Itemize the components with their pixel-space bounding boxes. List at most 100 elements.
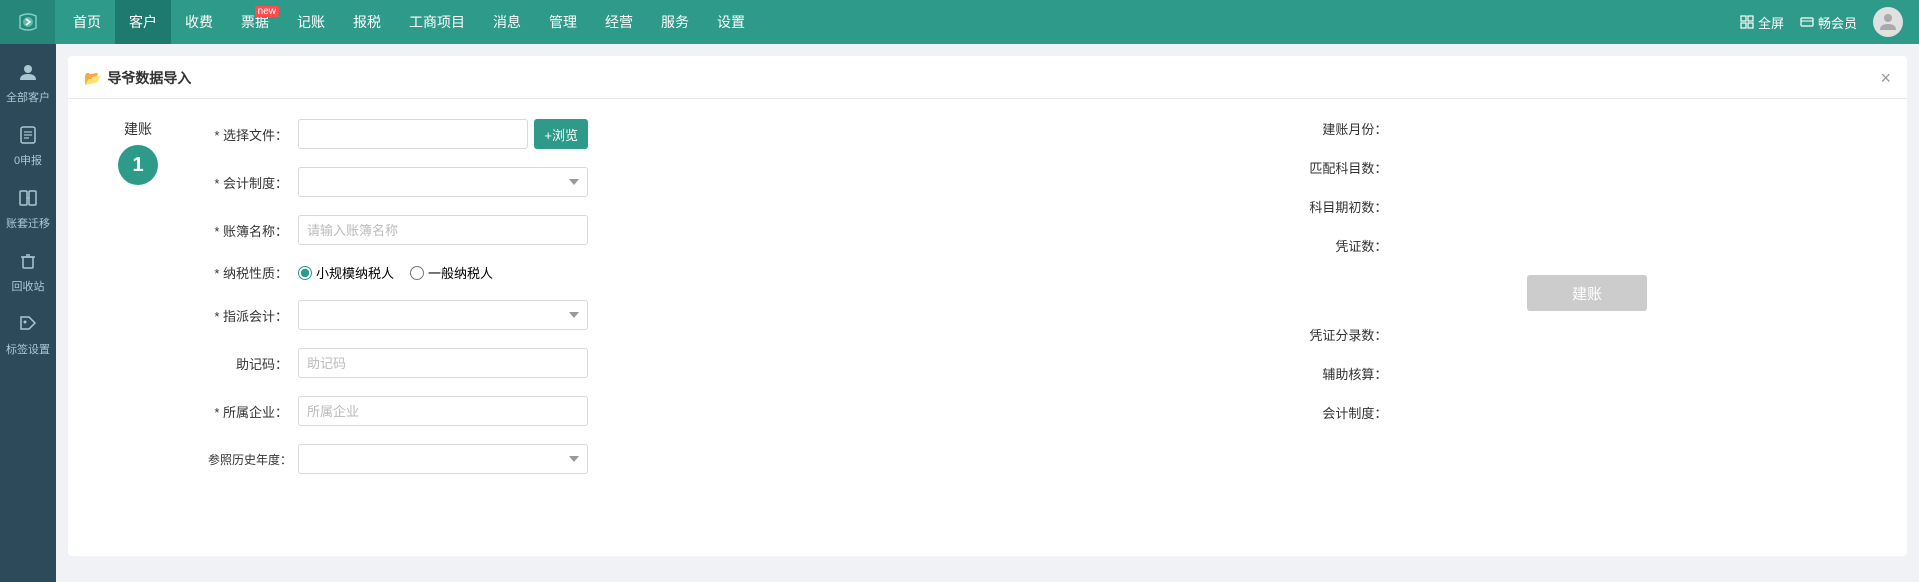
dialog-body: 建账 1 * 选择文件： +浏览 (68, 99, 1907, 512)
dialog-title-text: 导爷数据导入 (107, 68, 191, 88)
nav-item-home[interactable]: 首页 (59, 0, 115, 44)
dialog-close-button[interactable]: × (1880, 69, 1891, 87)
info-match-subjects-label: 匹配科目数： (1297, 158, 1397, 177)
user-avatar[interactable] (1873, 7, 1903, 37)
ledger-name-input[interactable] (298, 215, 588, 245)
radio-small-tax-input[interactable] (298, 266, 312, 280)
ledger-name-row: * 账簿名称： (208, 215, 588, 245)
nav-item-settings[interactable]: 设置 (703, 0, 759, 44)
sidebar-item-all-clients[interactable]: 全部客户 (0, 52, 56, 115)
sidebar-item-zero-report[interactable]: 0申报 (0, 115, 56, 178)
info-match-subjects-row: 匹配科目数： (1297, 158, 1877, 177)
info-accounting-system-row: 会计制度： (1297, 403, 1877, 422)
accounting-system-row: * 会计制度： (208, 167, 588, 197)
nav-item-tax[interactable]: 报税 (339, 0, 395, 44)
tax-type-row: * 纳税性质： 小规模纳税人 一般纳税人 (208, 263, 588, 282)
build-account-button[interactable]: 建账 (1527, 275, 1647, 311)
nav-item-fee[interactable]: 收费 (171, 0, 227, 44)
member-btn[interactable]: 畅会员 (1800, 13, 1857, 32)
accountant-label: * 指派会计： (208, 306, 298, 325)
sidebar-item-tags-label: 标签设置 (6, 341, 50, 357)
nav-item-invoice[interactable]: 票据 new (227, 0, 283, 44)
memo-input[interactable] (298, 348, 588, 378)
history-year-select[interactable] (298, 444, 588, 474)
info-voucher-entries-label: 凭证分录数： (1297, 325, 1397, 344)
sidebar-item-zero-report-label: 0申报 (14, 152, 42, 168)
form-section: * 选择文件： +浏览 * 会计制度： (208, 119, 588, 492)
nav-item-service[interactable]: 服务 (647, 0, 703, 44)
browse-button[interactable]: +浏览 (534, 119, 588, 149)
dialog-title-icon: 📂 (84, 70, 101, 87)
sidebar-item-trash-label: 回收站 (12, 278, 45, 294)
zero-report-icon (18, 125, 38, 148)
dialog-title: 📂 导爷数据导入 (84, 68, 191, 88)
radio-small-tax-label: 小规模纳税人 (316, 263, 394, 282)
info-aux-accounting-row: 辅助核算： (1297, 364, 1877, 383)
tax-type-label: * 纳税性质： (208, 263, 298, 282)
sidebar-item-migrate[interactable]: 账套迁移 (0, 178, 56, 241)
dialog-panel: 📂 导爷数据导入 × 建账 1 (68, 56, 1907, 556)
fullscreen-icon (1740, 15, 1754, 29)
sidebar-item-all-clients-label: 全部客户 (6, 89, 50, 105)
radio-small-tax[interactable]: 小规模纳税人 (298, 263, 394, 282)
accounting-system-select[interactable] (298, 167, 588, 197)
sidebar-item-migrate-label: 账套迁移 (6, 215, 50, 231)
all-clients-icon (18, 62, 38, 85)
logo-area[interactable] (0, 0, 55, 44)
logo-icon (12, 6, 44, 38)
new-badge: new (255, 6, 279, 17)
company-row: * 所属企业： (208, 396, 588, 426)
file-text-input[interactable] (298, 119, 528, 149)
nav-right: 全屏 畅会员 (1740, 7, 1919, 37)
top-nav: 首页 客户 收费 票据 new 记账 报税 工商项目 消息 管理 经营 (0, 0, 1919, 44)
dialog-header: 📂 导爷数据导入 × (68, 56, 1907, 99)
nav-item-business[interactable]: 工商项目 (395, 0, 479, 44)
step-section: 建账 1 (98, 119, 178, 185)
fullscreen-btn[interactable]: 全屏 (1740, 13, 1784, 32)
info-aux-accounting-label: 辅助核算： (1297, 364, 1397, 383)
user-avatar-icon (1876, 10, 1900, 34)
radio-general-tax-input[interactable] (410, 266, 424, 280)
info-voucher-row: 凭证数： (1297, 236, 1877, 255)
nav-item-bookkeeping[interactable]: 记账 (283, 0, 339, 44)
sidebar-item-trash[interactable]: 回收站 (0, 241, 56, 304)
accountant-row: * 指派会计： (208, 300, 588, 330)
company-label: * 所属企业： (208, 402, 298, 421)
memo-label: 助记码： (208, 354, 298, 373)
radio-general-tax-label: 一般纳税人 (428, 263, 493, 282)
tax-type-radio-group: 小规模纳税人 一般纳税人 (298, 263, 493, 282)
radio-general-tax[interactable]: 一般纳税人 (410, 263, 493, 282)
nav-item-client[interactable]: 客户 (115, 0, 171, 44)
migrate-icon (18, 188, 38, 211)
step-circle: 1 (118, 145, 158, 185)
accountant-select[interactable] (298, 300, 588, 330)
accounting-system-label: * 会计制度： (208, 173, 298, 192)
file-row: * 选择文件： +浏览 (208, 119, 588, 149)
build-btn-area: 建账 (1297, 275, 1877, 311)
step-label: 建账 (124, 119, 152, 139)
file-input-row: +浏览 (298, 119, 588, 149)
tags-icon (18, 314, 38, 337)
info-month-label: 建账月份： (1297, 119, 1397, 138)
history-year-label: 参照历史年度： (208, 451, 298, 468)
history-year-row: 参照历史年度： (208, 444, 588, 474)
info-initial-subjects-row: 科目期初数： (1297, 197, 1877, 216)
info-month-row: 建账月份： (1297, 119, 1877, 138)
member-icon (1800, 15, 1814, 29)
trash-icon (18, 251, 38, 274)
content-area: 📂 导爷数据导入 × 建账 1 (56, 44, 1919, 582)
nav-item-operation[interactable]: 经营 (591, 0, 647, 44)
company-input[interactable] (298, 396, 588, 426)
nav-item-message[interactable]: 消息 (479, 0, 535, 44)
nav-items: 首页 客户 收费 票据 new 记账 报税 工商项目 消息 管理 经营 (55, 0, 1740, 44)
sidebar: 全部客户 0申报 账套迁移 回收站 标签设置 (0, 44, 56, 582)
main-layout: 全部客户 0申报 账套迁移 回收站 标签设置 (0, 44, 1919, 582)
info-initial-subjects-label: 科目期初数： (1297, 197, 1397, 216)
info-voucher-label: 凭证数： (1297, 236, 1397, 255)
ledger-name-label: * 账簿名称： (208, 221, 298, 240)
sidebar-item-tags[interactable]: 标签设置 (0, 304, 56, 367)
info-voucher-entries-row: 凭证分录数： (1297, 325, 1877, 344)
file-label: * 选择文件： (208, 125, 298, 144)
info-section: 建账月份： 匹配科目数： 科目期初数： 凭证数： (1257, 119, 1877, 492)
nav-item-manage[interactable]: 管理 (535, 0, 591, 44)
